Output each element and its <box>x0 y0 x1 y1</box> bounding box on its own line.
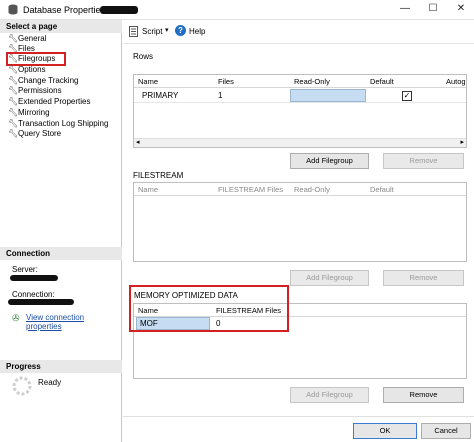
column-header-name: Name <box>138 77 159 86</box>
column-header-autogrow: Autog <box>446 77 466 86</box>
left-pane: Select a page 🔧︎General 🔧︎Files 🔧︎Filegr… <box>0 20 122 442</box>
filestream-add-filegroup-button[interactable]: Add Filegroup <box>290 270 369 286</box>
sidebar-item-label: Transaction Log Shipping <box>18 119 109 128</box>
sidebar-item-label: General <box>18 34 47 43</box>
column-header-filestream-files: FILESTREAM Files <box>218 185 284 194</box>
server-label: Server: <box>12 265 38 274</box>
help-button[interactable]: Help <box>189 27 205 36</box>
filegroups-highlight-box <box>6 52 66 66</box>
help-icon: ? <box>175 25 186 36</box>
rows-grid-header: Name Files Read-Only Default Autog <box>134 75 466 88</box>
column-header-name: Name <box>138 185 159 194</box>
sidebar-item-extended-properties[interactable]: 🔧︎Extended Properties <box>8 97 91 108</box>
row-files: 1 <box>218 91 223 100</box>
redacted-server <box>10 275 58 281</box>
maximize-button[interactable]: ☐ <box>420 2 446 16</box>
wrench-icon: 🔧︎ <box>8 119 19 128</box>
row-name: PRIMARY <box>142 91 179 100</box>
column-header-read-only: Read-Only <box>294 185 330 194</box>
wrench-icon: 🔧︎ <box>8 76 19 85</box>
sidebar-item-label: Mirroring <box>18 108 50 117</box>
progress-header: Progress <box>0 360 122 373</box>
column-header-default: Default <box>370 185 394 194</box>
rows-grid: Name Files Read-Only Default Autog PRIMA… <box>133 74 467 148</box>
connection-properties-icon: ✇ <box>12 313 20 323</box>
cancel-button[interactable]: Cancel <box>421 423 471 439</box>
footer-divider <box>123 416 474 417</box>
memory-add-filegroup-button[interactable]: Add Filegroup <box>290 387 369 403</box>
progress-status: Ready <box>38 378 62 387</box>
script-icon <box>129 26 139 37</box>
filestream-remove-button[interactable]: Remove <box>383 270 464 286</box>
column-header-files: Files <box>218 77 234 86</box>
sidebar-item-options[interactable]: 🔧︎Options <box>8 65 46 76</box>
memory-remove-button[interactable]: Remove <box>383 387 464 403</box>
filestream-section-title: FILESTREAM <box>133 171 184 180</box>
close-button[interactable]: ✕ <box>448 2 474 16</box>
script-button[interactable]: Script <box>142 27 162 36</box>
rows-horizontal-scrollbar[interactable]: ◂ ▸ <box>134 138 466 147</box>
minimize-button[interactable]: — <box>392 2 418 16</box>
column-header-read-only: Read-Only <box>294 77 330 86</box>
rows-section-title: Rows <box>133 52 154 61</box>
sidebar-item-label: Change Tracking <box>18 76 79 85</box>
chevron-down-icon[interactable]: ▾ <box>165 26 169 34</box>
toolbar: Script ▾ ? Help <box>123 20 474 44</box>
ok-button[interactable]: OK <box>353 423 417 439</box>
filestream-grid: Name FILESTREAM Files Read-Only Default <box>133 182 467 262</box>
read-only-cell[interactable] <box>290 89 366 102</box>
view-connection-properties-link[interactable]: View connection properties <box>26 313 121 331</box>
default-checkbox[interactable]: ✓ <box>402 91 412 101</box>
filestream-grid-header: Name FILESTREAM Files Read-Only Default <box>134 183 466 196</box>
wrench-icon: 🔧︎ <box>8 65 19 74</box>
redacted-connection <box>8 299 74 305</box>
sidebar-item-label: Options <box>18 65 46 74</box>
sidebar-item-label: Extended Properties <box>18 97 91 106</box>
database-icon <box>8 4 18 15</box>
scroll-left-icon[interactable]: ◂ <box>136 138 140 146</box>
wrench-icon: 🔧︎ <box>8 34 19 43</box>
window-title: Database Properties <box>23 5 106 15</box>
connection-label: Connection: <box>12 290 55 299</box>
wrench-icon: 🔧︎ <box>8 97 19 106</box>
wrench-icon: 🔧︎ <box>8 86 19 95</box>
redacted-scribble <box>100 6 138 14</box>
progress-spinner-icon <box>12 376 32 396</box>
column-header-default: Default <box>370 77 394 86</box>
sidebar-item-label: Permissions <box>18 86 62 95</box>
connection-header: Connection <box>0 247 122 260</box>
table-row[interactable]: PRIMARY 1 ✓ <box>134 89 466 103</box>
wrench-icon: 🔧︎ <box>8 108 19 117</box>
sidebar-item-permissions[interactable]: 🔧︎Permissions <box>8 86 62 97</box>
sidebar-item-label: Query Store <box>18 129 62 138</box>
select-page-header: Select a page <box>0 20 122 33</box>
memory-optimized-highlight-box <box>129 285 289 332</box>
wrench-icon: 🔧︎ <box>8 129 19 138</box>
scroll-right-icon[interactable]: ▸ <box>460 138 464 146</box>
sidebar-item-mirroring[interactable]: 🔧︎Mirroring <box>8 108 50 119</box>
rows-remove-button[interactable]: Remove <box>383 153 464 169</box>
rows-add-filegroup-button[interactable]: Add Filegroup <box>290 153 369 169</box>
sidebar-item-query-store[interactable]: 🔧︎Query Store <box>8 129 61 140</box>
title-bar: Database Properties — ☐ ✕ <box>0 0 474 20</box>
